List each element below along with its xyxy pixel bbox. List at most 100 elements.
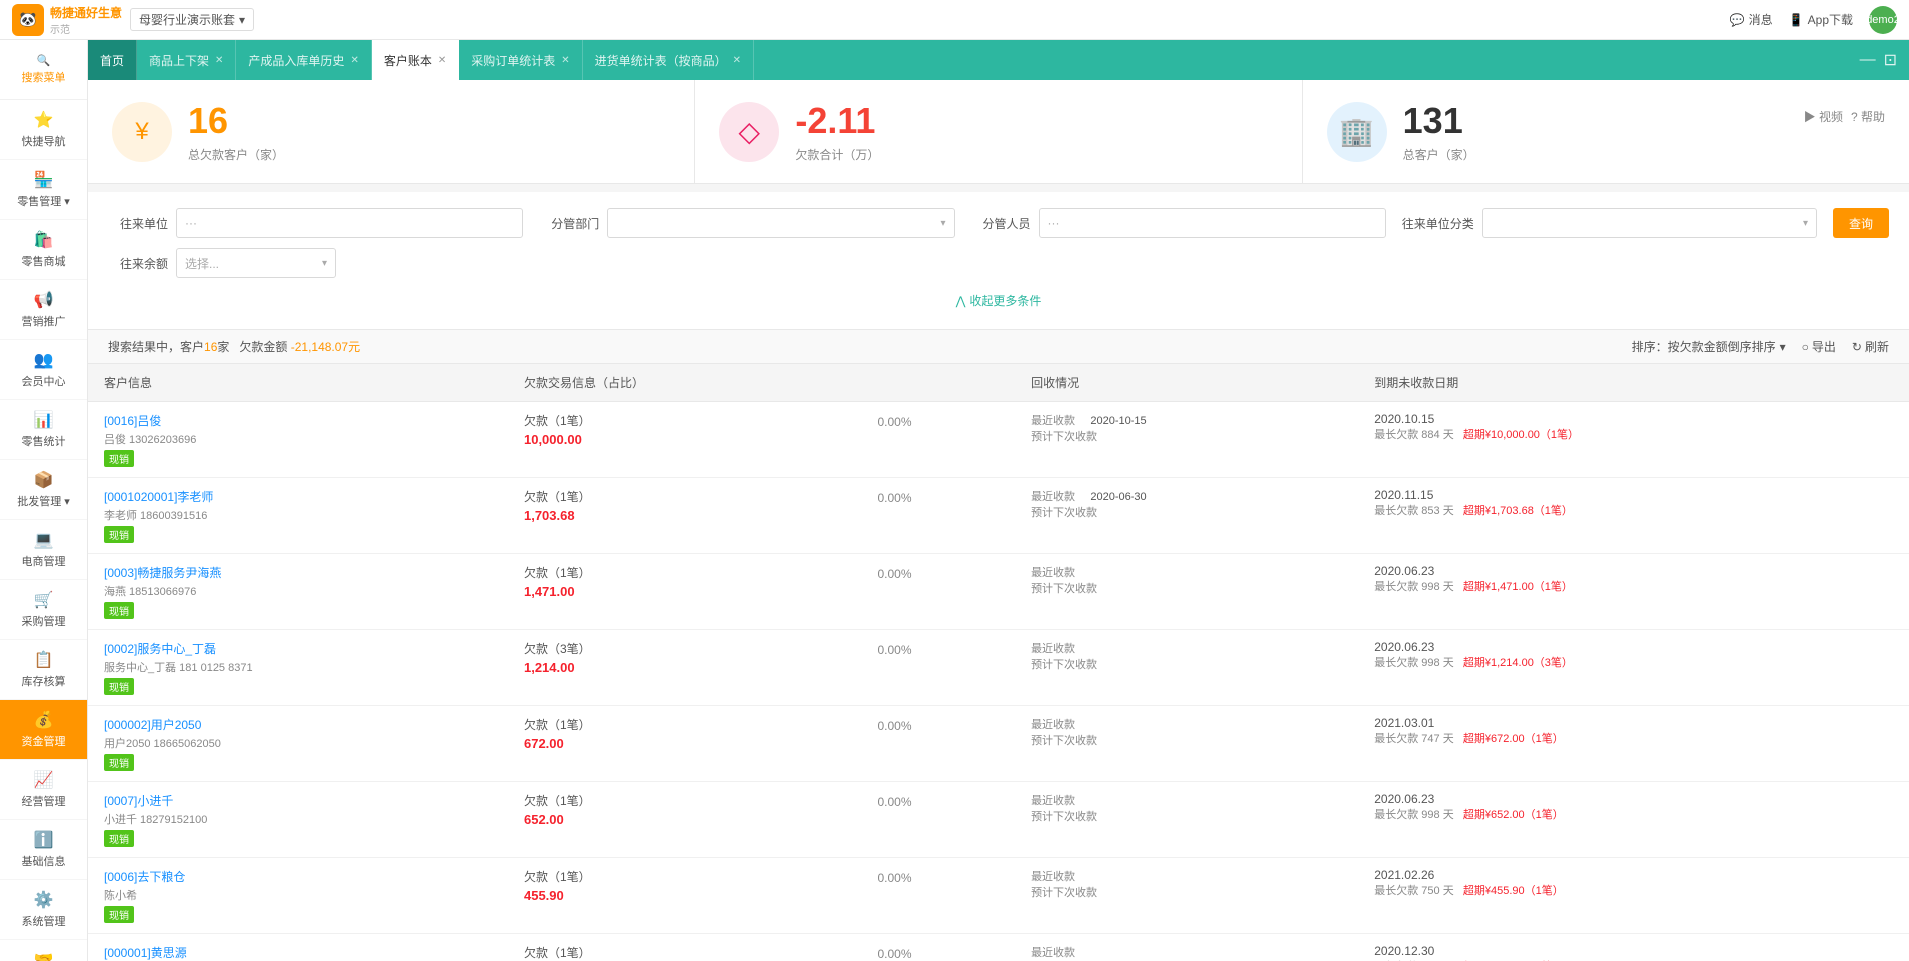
cell-recovery: 最近收款 2020-06-30 预计下次收款 — [1015, 478, 1358, 554]
overdue-amount-link[interactable]: 超期¥1,703.68（1笔） — [1463, 505, 1573, 517]
tab-minimize-btn[interactable]: — — [1860, 51, 1876, 69]
cell-customer-info: [0002]服务中心_丁磊 服务中心_丁磊 181 0125 8371 现销 — [88, 630, 508, 706]
debt-ratio: 0.00% — [878, 415, 1000, 429]
close-icon[interactable]: ✕ — [733, 55, 741, 66]
purchase-icon: 🛒 — [34, 590, 54, 610]
customer-name-link[interactable]: [000002]用户2050 — [104, 716, 492, 733]
cell-recovery: 最近收款 2020-10-15 预计下次收款 — [1015, 402, 1358, 478]
customer-name-link[interactable]: [0007]小进千 — [104, 792, 492, 809]
sidebar-item-ji-chu-xin-xi[interactable]: ℹ️ 基础信息 — [0, 820, 87, 880]
tab-home[interactable]: 首页 — [88, 40, 137, 80]
cell-debt-info: 欠款（1笔） 652.00 — [508, 782, 862, 858]
sidebar-item-qi-ye-xie-tong[interactable]: 🤝 企业协同 — [0, 940, 87, 961]
overdue-amount-link[interactable]: 超期¥455.90（1笔） — [1463, 885, 1564, 897]
help-btn[interactable]: ? 帮助 — [1851, 108, 1885, 125]
marketing-icon: 📢 — [34, 290, 54, 310]
due-date: 2020.06.23 — [1374, 792, 1893, 806]
sidebar-item-pi-fa-guan-li[interactable]: 📦 批发管理 ▾ — [0, 460, 87, 520]
person-input[interactable]: ··· — [1039, 208, 1386, 238]
top-bar-left: 🐼 畅捷通好生意 示范 母婴行业演示账套 ▾ — [12, 4, 254, 36]
overdue-amount-link[interactable]: 超期¥1,214.00（3笔） — [1463, 657, 1573, 669]
debt-count: 欠款（1笔） — [524, 792, 846, 809]
search-icon: 🔍 — [37, 54, 51, 67]
video-btn[interactable]: ▶ 视频 — [1804, 108, 1843, 125]
sidebar-item-ku-cun-he-suan[interactable]: 📋 库存核算 — [0, 640, 87, 700]
next-payment-label: 预计下次收款 — [1031, 884, 1342, 900]
export-btn[interactable]: ○ 导出 — [1802, 338, 1836, 355]
table-row: [0003]畅捷服务尹海燕 海燕 18513066976 现销 欠款（1笔） 1… — [88, 554, 1909, 630]
customer-name-link[interactable]: [0006]去下粮仓 — [104, 868, 492, 885]
finance-icon: 💰 — [34, 710, 54, 730]
sidebar-item-cai-gou-guan-li[interactable]: 🛒 采购管理 — [0, 580, 87, 640]
dept-input[interactable]: ▾ — [607, 208, 954, 238]
tab-product-history[interactable]: 产成品入库单历史 ✕ — [236, 40, 371, 80]
summary-bar: 搜索结果中，客户16家 欠款金额 -21,148.07元 排序：按欠款金额倒序排… — [88, 330, 1909, 364]
tab-bar-actions: — ⊡ — [1860, 50, 1909, 70]
cell-recovery: 最近收款 预计下次收款 — [1015, 782, 1358, 858]
tab-product-shelf[interactable]: 商品上下架 ✕ — [137, 40, 236, 80]
overdue-days: 最长欠款 998 天 超期¥1,471.00（1笔） — [1374, 578, 1893, 594]
customer-name-link[interactable]: [0002]服务中心_丁磊 — [104, 640, 492, 657]
close-icon[interactable]: ✕ — [561, 55, 569, 66]
message-btn[interactable]: 💬 消息 — [1730, 11, 1773, 28]
sidebar-item-hui-yuan-zhong-xin[interactable]: 👥 会员中心 — [0, 340, 87, 400]
company-selector[interactable]: 母婴行业演示账套 ▾ — [130, 8, 254, 31]
overdue-amount-link[interactable]: 超期¥10,000.00（1笔） — [1463, 429, 1579, 441]
cell-recovery: 最近收款 预计下次收款 — [1015, 706, 1358, 782]
tab-purchase-order[interactable]: 采购订单统计表 ✕ — [459, 40, 582, 80]
avatar[interactable]: demo2 — [1869, 6, 1897, 34]
cell-customer-info: [0003]畅捷服务尹海燕 海燕 18513066976 现销 — [88, 554, 508, 630]
unit-category-input[interactable]: ▾ — [1482, 208, 1817, 238]
sort-selector[interactable]: 排序：按欠款金额倒序排序 ▾ — [1632, 338, 1786, 355]
sidebar-item-ling-shou-guan-li[interactable]: 🏪 零售管理 ▾ — [0, 160, 87, 220]
sidebar-item-dian-shang-guan-li[interactable]: 💻 电商管理 — [0, 520, 87, 580]
top-bar-right: 💬 消息 📱 App下载 demo2 — [1730, 6, 1897, 34]
tab-customer-account[interactable]: 客户账本 ✕ — [372, 40, 459, 80]
tab-purchase-stats[interactable]: 进货单统计表（按商品） ✕ — [583, 40, 754, 80]
sidebar-item-ling-shou-shang-cheng[interactable]: 🛍️ 零售商城 — [0, 220, 87, 280]
tab-maximize-btn[interactable]: ⊡ — [1884, 50, 1897, 70]
sidebar-item-xi-tong-guan-li[interactable]: ⚙️ 系统管理 — [0, 880, 87, 940]
app-download-btn[interactable]: 📱 App下载 — [1789, 11, 1853, 28]
recovery-label: 最近收款 — [1031, 792, 1342, 808]
sidebar-item-ling-shou-tong-ji[interactable]: 📊 零售统计 — [0, 400, 87, 460]
debt-ratio: 0.00% — [878, 567, 1000, 581]
search-button[interactable]: 查询 — [1833, 208, 1889, 238]
sidebar-item-kuai-jie-dao-hang[interactable]: ⭐ 快捷导航 — [0, 100, 87, 160]
filter-person: 分管人员 ··· — [971, 208, 1386, 238]
sidebar: 🔍 搜索菜单 ⭐ 快捷导航 🏪 零售管理 ▾ 🛍️ 零售商城 📢 营销推广 — [0, 40, 88, 961]
customer-name-link[interactable]: [0001020001]李老师 — [104, 488, 492, 505]
customer-name-link[interactable]: [0016]吕俊 — [104, 412, 492, 429]
collapse-filter-btn[interactable]: ⋀ 收起更多条件 — [108, 288, 1889, 313]
debt-ratio: 0.00% — [878, 491, 1000, 505]
customer-name-link[interactable]: [000001]黄思源 — [104, 944, 492, 961]
source-unit-input[interactable]: ··· — [176, 208, 523, 238]
tab-bar: 首页 商品上下架 ✕ 产成品入库单历史 ✕ 客户账本 ✕ 采购订单统计表 ✕ — [88, 40, 1909, 80]
stat-content-total-customers: 131 总客户（家） — [1403, 100, 1788, 163]
sidebar-item-jing-ying-guan-li[interactable]: 📈 经营管理 — [0, 760, 87, 820]
debt-count: 欠款（1笔） — [524, 488, 846, 505]
due-date: 2020.06.23 — [1374, 564, 1893, 578]
next-payment-label: 预计下次收款 — [1031, 808, 1342, 824]
stat-content-debt-amount: -2.11 欠款合计（万） — [795, 100, 1277, 163]
balance-input[interactable]: 选择... ▾ — [176, 248, 336, 278]
customer-tag: 现销 — [104, 450, 134, 467]
refresh-btn[interactable]: ↻ 刷新 — [1852, 338, 1889, 355]
data-table-container: 客户信息 欠款交易信息（占比） 回收情况 到期未收款日期 [0016]吕俊 吕俊… — [88, 364, 1909, 961]
customer-name-link[interactable]: [0003]畅捷服务尹海燕 — [104, 564, 492, 581]
close-icon[interactable]: ✕ — [215, 55, 223, 66]
message-icon: 💬 — [1730, 13, 1745, 27]
overdue-amount-link[interactable]: 超期¥652.00（1笔） — [1463, 809, 1564, 821]
sidebar-item-ying-xiao-tui-guang[interactable]: 📢 营销推广 — [0, 280, 87, 340]
sidebar-item-zi-jin-guan-li[interactable]: 💰 资金管理 — [0, 700, 87, 760]
close-icon[interactable]: ✕ — [350, 55, 358, 66]
debt-count: 欠款（1笔） — [524, 716, 846, 733]
overdue-amount-link[interactable]: 超期¥672.00（1笔） — [1463, 733, 1564, 745]
close-icon[interactable]: ✕ — [438, 55, 446, 66]
overdue-amount-link[interactable]: 超期¥1,471.00（1笔） — [1463, 581, 1573, 593]
customer-contact: 李老师 18600391516 — [104, 507, 492, 523]
stat-card-debt-customers: ¥ 16 总欠款客户（家） — [88, 80, 695, 183]
stat-card-debt-amount: ◇ -2.11 欠款合计（万） — [695, 80, 1302, 183]
table-header: 客户信息 欠款交易信息（占比） 回收情况 到期未收款日期 — [88, 364, 1909, 402]
search-menu-btn[interactable]: 🔍 搜索菜单 — [8, 48, 79, 91]
